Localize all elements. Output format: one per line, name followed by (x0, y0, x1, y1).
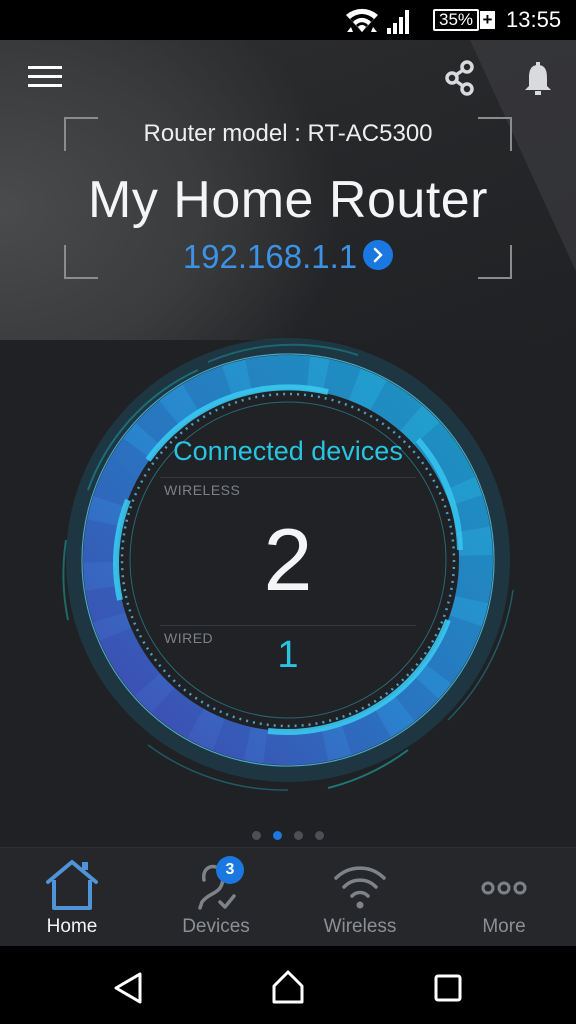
wireless-count[interactable]: 2 (0, 510, 576, 610)
recents-icon[interactable] (428, 968, 468, 1008)
router-ip-link[interactable]: 192.168.1.1 (0, 238, 576, 276)
back-icon[interactable] (108, 968, 148, 1008)
hamburger-menu-icon[interactable] (28, 66, 62, 92)
battery-indicator: 35% + (433, 9, 495, 31)
divider (160, 625, 416, 626)
tab-devices-label: Devices (182, 916, 250, 937)
status-bar: 35% + 13:55 (0, 0, 576, 40)
page-dot[interactable] (315, 831, 324, 840)
wired-count[interactable]: 1 (0, 634, 576, 677)
page-dot-active[interactable] (273, 831, 282, 840)
divider (160, 477, 416, 478)
tab-more[interactable]: More (432, 848, 576, 946)
wifi-icon (346, 8, 378, 32)
clock: 13:55 (506, 7, 562, 32)
tab-wireless-label: Wireless (323, 916, 397, 937)
connected-devices-title: Connected devices (173, 436, 403, 466)
more-icon (481, 881, 527, 895)
bell-icon[interactable] (518, 58, 558, 98)
router-model: Router model : RT-AC5300 (143, 120, 433, 147)
battery-percent: 35% (438, 10, 474, 29)
tab-home[interactable]: Home (0, 848, 144, 946)
devices-badge: 3 (216, 856, 244, 884)
home-icon (46, 860, 98, 910)
share-icon[interactable] (440, 58, 480, 98)
wireless-label: WIRELESS (164, 482, 241, 498)
system-nav-bar (0, 946, 576, 1024)
page-dot[interactable] (252, 831, 261, 840)
cell-signal-icon (387, 10, 409, 34)
tab-home-label: Home (46, 916, 98, 937)
bottom-tab-bar: Home 3 Devices Wireless More (0, 847, 576, 946)
router-ip[interactable]: 192.168.1.1 (183, 238, 357, 275)
page-dot[interactable] (294, 831, 303, 840)
page-indicator (0, 827, 576, 845)
tab-devices[interactable]: 3 Devices (144, 848, 288, 946)
app-screen: Router model : RT-AC5300 My Home Router … (0, 40, 576, 946)
router-name: My Home Router (88, 171, 488, 229)
tab-wireless[interactable]: Wireless (288, 848, 432, 946)
tab-more-label: More (482, 916, 526, 937)
chevron-right-icon[interactable] (363, 240, 394, 270)
wifi-icon (334, 866, 386, 909)
home-nav-icon[interactable] (268, 968, 308, 1008)
charging-icon: + (480, 11, 495, 29)
